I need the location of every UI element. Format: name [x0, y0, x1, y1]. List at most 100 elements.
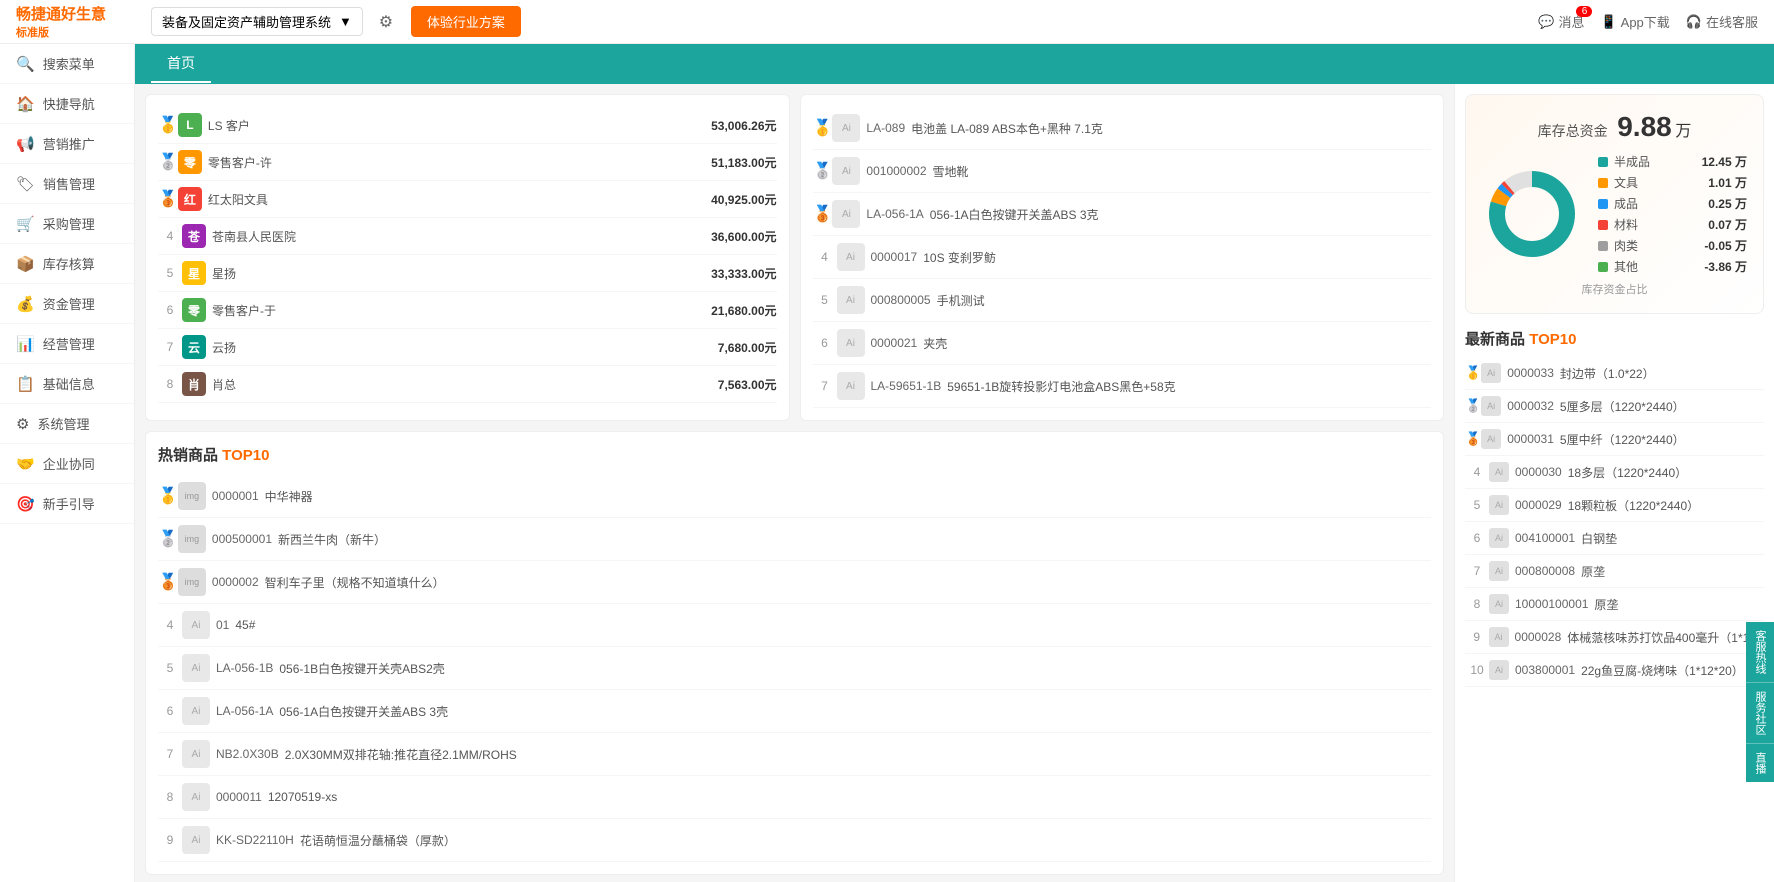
customer-list-item: 7 云 云扬 7,680.00元 — [158, 329, 777, 366]
gear-button[interactable]: ⚙ — [371, 7, 401, 37]
medal-icon: 🥉 — [158, 189, 178, 209]
rank-number: 6 — [1465, 531, 1489, 545]
online-service-btn[interactable]: 🎧 在线客服 — [1686, 12, 1758, 31]
medal-icon: 🥉 — [1465, 431, 1481, 447]
rank-number: 8 — [158, 377, 182, 391]
app-download-label: App下载 — [1621, 12, 1670, 31]
product-img: Ai — [837, 329, 865, 357]
legend-dot — [1598, 157, 1608, 167]
customer-name: 零售客户-于 — [212, 302, 711, 319]
newest-img: Ai — [1489, 528, 1509, 548]
donut-chart — [1482, 164, 1582, 264]
newest-name: 原垄 — [1581, 563, 1605, 580]
customers-list: 🥇 L LS 客户 53,006.26元 🥈 零 零售客户-许 51,183.0… — [158, 107, 777, 403]
sidebar-item-quick-label: 快捷导航 — [43, 94, 95, 113]
newest-code: 004100001 — [1515, 531, 1575, 545]
purchase-icon: 🛒 — [16, 215, 35, 233]
product-img: Ai — [182, 740, 210, 768]
inventory-unit: 万 — [1675, 123, 1691, 140]
medal-icon: 🥇 — [813, 118, 833, 138]
sidebar-item-purchase[interactable]: 🛒 采购管理 — [0, 204, 134, 244]
sidebar-item-guide[interactable]: 🎯 新手引导 — [0, 484, 134, 524]
sidebar-item-sales[interactable]: 🏷 销售管理 — [0, 164, 134, 204]
sidebar-item-inventory[interactable]: 📦 库存核算 — [0, 244, 134, 284]
hot-product-right-item: 🥈 Ai 001000002 雪地靴 — [813, 150, 1432, 193]
legend-label-text: 肉类 — [1614, 237, 1638, 254]
product-name: 电池盖 LA-089 ABS本色+黑种 7.1克 — [911, 120, 1431, 137]
sidebar-item-finance[interactable]: 💰 资金管理 — [0, 284, 134, 324]
page-content: 🥇 L LS 客户 53,006.26元 🥈 零 零售客户-许 51,183.0… — [135, 84, 1774, 882]
rank-number: 4 — [813, 250, 837, 264]
newest-name: 体械蒎核味苏打饮品400毫升（1*15） — [1567, 629, 1764, 646]
sidebar-item-corp[interactable]: 🤝 企业协同 — [0, 444, 134, 484]
hot-products-title: 热销商品 TOP10 — [158, 444, 1431, 465]
corp-icon: 🤝 — [16, 455, 35, 473]
product-name: 056-1A白色按键开关盖ABS 3克 — [930, 206, 1431, 223]
hot-product-right-item: 5 Ai 000800005 手机测试 — [813, 279, 1432, 322]
newest-product-item: 10 Ai 003800001 22g鱼豆腐-烧烤味（1*12*20） — [1465, 654, 1764, 687]
hot-products-card: 热销商品 TOP10 🥇 img 0000001 中华神器 🥈 img 0005… — [145, 431, 1444, 875]
legend-dot — [1598, 220, 1608, 230]
product-code: LA-59651-1B — [871, 379, 942, 393]
product-name: 10S 变刹罗鲂 — [923, 249, 1431, 266]
customer-name: 星扬 — [212, 265, 711, 282]
newest-name: 白钢垫 — [1581, 530, 1617, 547]
sidebar-item-quick[interactable]: 🏠 快捷导航 — [0, 84, 134, 124]
trial-button[interactable]: 体验行业方案 — [411, 6, 521, 37]
sidebar-item-search[interactable]: 🔍 搜索菜单 — [0, 44, 134, 84]
newest-name: 22g鱼豆腐-烧烤味（1*12*20） — [1581, 662, 1744, 679]
hot-product-item: 6 Ai LA-056-1A 056-1A白色按键开关盖ABS 3壳 — [158, 690, 1431, 733]
topbar: 畅捷通好生意 标准版 装备及固定资产辅助管理系统 ▼ ⚙ 体验行业方案 💬 消息… — [0, 0, 1774, 44]
float-btn[interactable]: 客服热线 — [1746, 622, 1774, 683]
inventory-label: 库存总资金 9.88 万 — [1482, 111, 1747, 143]
marketing-icon: 📢 — [16, 135, 35, 153]
legend-item: 其他 -3.86 万 — [1598, 256, 1747, 277]
rank-number: 7 — [1465, 564, 1489, 578]
headset-icon: 🎧 — [1686, 14, 1702, 30]
float-btn[interactable]: 直播 — [1746, 744, 1774, 782]
rank-number: 5 — [158, 266, 182, 280]
float-btn[interactable]: 服务社区 — [1746, 683, 1774, 744]
customer-avatar: L — [178, 113, 202, 137]
nav-home[interactable]: 首页 — [151, 45, 211, 83]
right-section: 库存总资金 9.88 万 — [1454, 84, 1774, 882]
rank-number: 7 — [813, 379, 837, 393]
customer-name: 红太阳文具 — [208, 191, 711, 208]
product-code: 000500001 — [212, 532, 272, 546]
sidebar-item-marketing[interactable]: 📢 营销推广 — [0, 124, 134, 164]
newest-img: Ai — [1481, 396, 1501, 416]
customer-value: 36,600.00元 — [711, 228, 776, 245]
newest-name: 18多层（1220*2440） — [1568, 464, 1687, 481]
rank-number: 7 — [158, 340, 182, 354]
sidebar-item-operation[interactable]: 📊 经营管理 — [0, 324, 134, 364]
sidebar-item-basic[interactable]: 📋 基础信息 — [0, 364, 134, 404]
sidebar-item-system[interactable]: ⚙ 系统管理 — [0, 404, 134, 444]
customer-name: 零售客户-许 — [208, 154, 711, 171]
customer-value: 51,183.00元 — [711, 154, 776, 171]
legend-item: 肉类 -0.05 万 — [1598, 235, 1747, 256]
customer-list-item: 8 肖 肖总 7,563.00元 — [158, 366, 777, 403]
app-download-btn[interactable]: 📱 App下载 — [1600, 12, 1669, 31]
legend-dot — [1598, 262, 1608, 272]
legend-label-text: 材料 — [1614, 216, 1638, 233]
rank-number: 5 — [158, 661, 182, 675]
message-badge: 6 — [1576, 6, 1592, 17]
message-btn[interactable]: 💬 消息 6 — [1538, 12, 1584, 31]
legend-item: 材料 0.07 万 — [1598, 214, 1747, 235]
inventory-chart-area: 半成品 12.45 万 文具 1.01 万 成品 0.25 万 材料 0.07 … — [1482, 151, 1747, 277]
product-name: 夹壳 — [923, 335, 1431, 352]
product-img: img — [178, 525, 206, 553]
hot-products-label: 热销商品 — [158, 447, 222, 464]
newest-img: Ai — [1489, 627, 1509, 647]
newest-product-item: 🥇 Ai 0000033 封边带（1.0*22） — [1465, 357, 1764, 390]
system-selector[interactable]: 装备及固定资产辅助管理系统 ▼ — [151, 7, 363, 36]
top-customers-card: 🥇 L LS 客户 53,006.26元 🥈 零 零售客户-许 51,183.0… — [145, 94, 790, 421]
product-code: 0000002 — [212, 575, 259, 589]
product-code: KK-SD22110H — [216, 833, 294, 847]
sales-icon: 🏷 — [16, 175, 35, 193]
app-subtitle: 标准版 — [16, 24, 151, 40]
rank-number: 6 — [158, 303, 182, 317]
rank-number: 5 — [1465, 498, 1489, 512]
customer-value: 40,925.00元 — [711, 191, 776, 208]
rank-number: 9 — [158, 833, 182, 847]
